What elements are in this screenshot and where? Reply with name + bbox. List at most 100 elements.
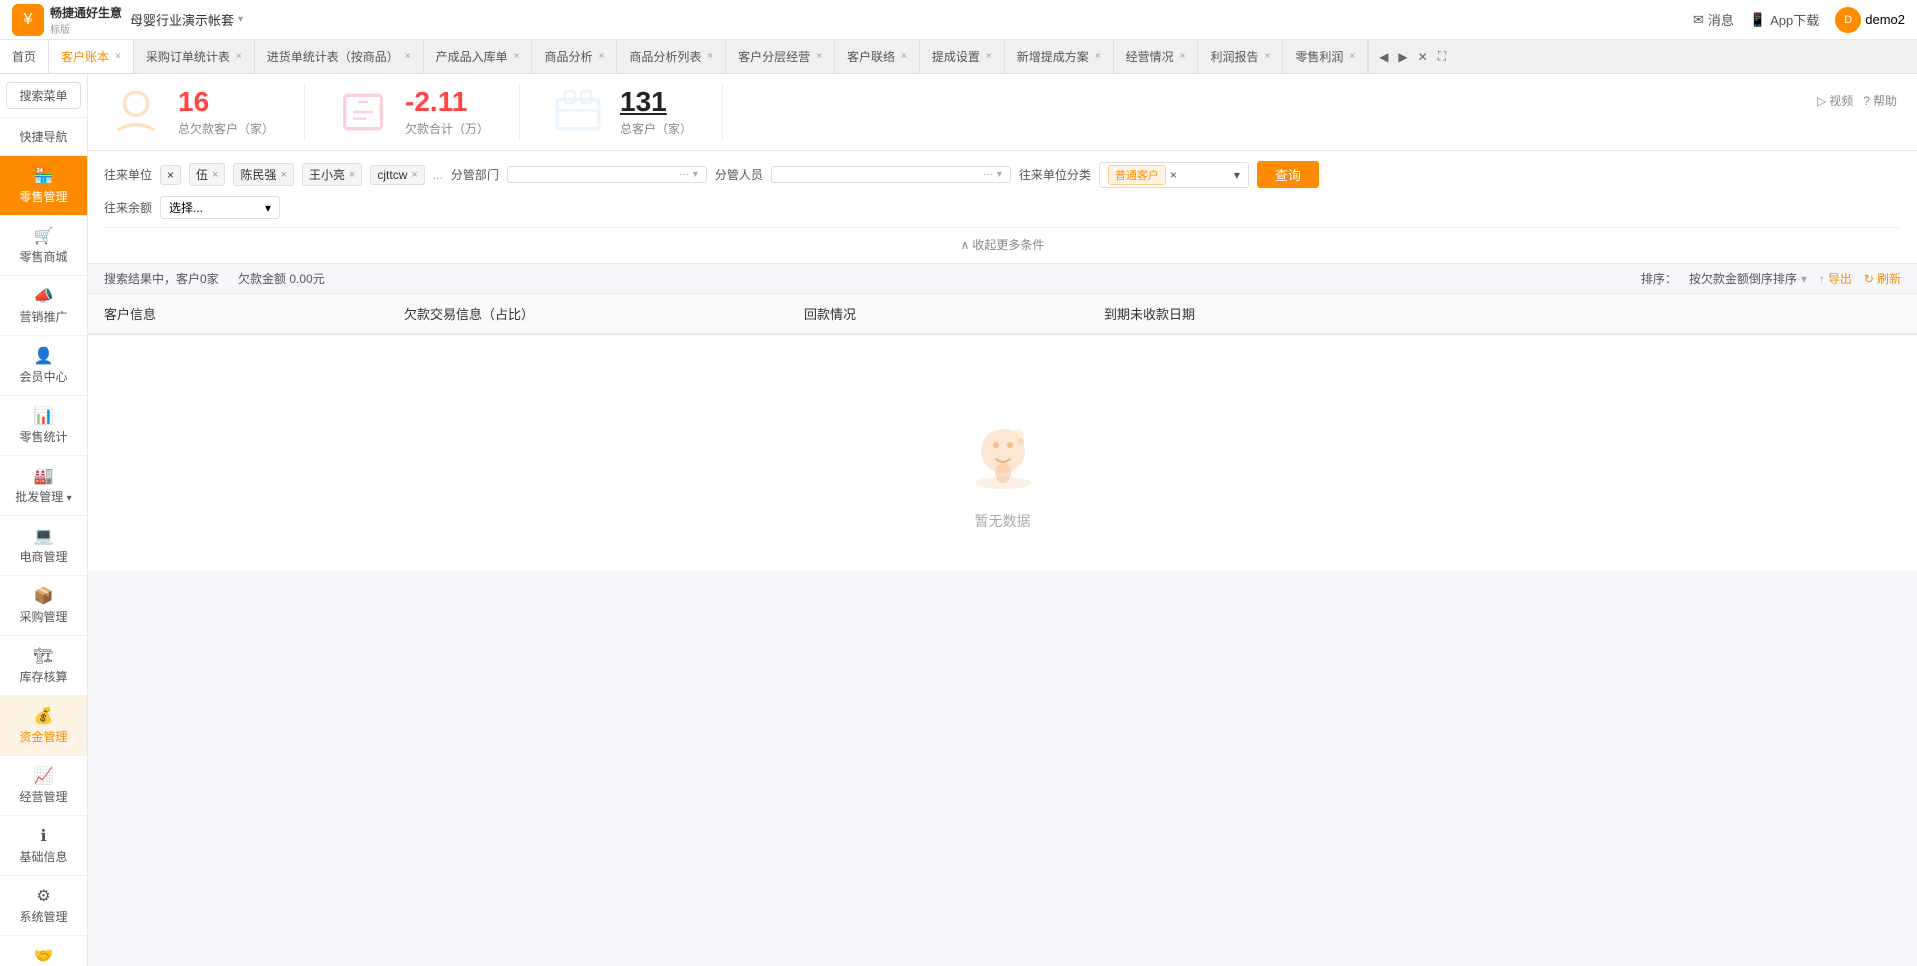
tab-purchase-order-stats[interactable]: 采购订单统计表 ×	[134, 40, 255, 74]
sidebar-item-wholesale[interactable]: 🏭 批发管理 ▾	[0, 456, 87, 516]
tab-add-commission[interactable]: 新增提成方案 ×	[1005, 40, 1114, 74]
tab-commission-settings[interactable]: 提成设置 ×	[920, 40, 1005, 74]
remove-tag-cjttcw[interactable]: ×	[411, 169, 417, 181]
tab-label: 客户联络	[847, 48, 895, 65]
search-result-count: 搜索结果中，客户0家	[104, 272, 219, 286]
info-icon: ℹ	[6, 826, 81, 846]
tab-customer-contact[interactable]: 客户联络 ×	[835, 40, 920, 74]
close-icon[interactable]: ×	[1180, 51, 1186, 62]
video-help-button[interactable]: ▷ 视频	[1817, 92, 1853, 109]
search-menu-button[interactable]: 搜索菜单	[6, 82, 81, 109]
username: demo2	[1865, 12, 1905, 27]
chevron-up-icon: ∧	[961, 238, 970, 252]
sidebar-quick-nav-area: 快捷导航	[0, 118, 87, 156]
balance-select[interactable]: 选择... ▾	[160, 196, 280, 219]
tab-label: 新增提成方案	[1017, 48, 1089, 65]
close-icon[interactable]: ×	[707, 51, 713, 62]
person-select[interactable]: ··· ▾	[771, 166, 1011, 183]
stat-number-total-customers: 131	[620, 87, 692, 118]
user-menu[interactable]: D demo2	[1835, 7, 1905, 33]
remove-tag-wu[interactable]: ×	[212, 169, 218, 181]
more-tags-button[interactable]: ...	[433, 168, 443, 182]
sidebar-item-ecommerce[interactable]: 💻 电商管理	[0, 516, 87, 576]
tab-retail-profit[interactable]: 零售利润 ×	[1283, 40, 1368, 74]
stat-number-debit-customers: 16	[178, 87, 274, 118]
sidebar-item-system[interactable]: ⚙ 系统管理	[0, 876, 87, 936]
dept-select[interactable]: ··· ▾	[507, 166, 707, 183]
sidebar-item-retail-mgmt[interactable]: 🏪 零售管理	[0, 156, 87, 216]
close-icon[interactable]: ×	[816, 51, 822, 62]
close-icon[interactable]: ×	[901, 51, 907, 62]
ecommerce-icon: 💻	[6, 526, 81, 546]
tab-customer-account[interactable]: 客户账本 ×	[49, 40, 134, 74]
remove-tag-chen[interactable]: ×	[281, 169, 287, 181]
sidebar-item-inventory[interactable]: 🏗 库存核算	[0, 636, 87, 696]
megaphone-icon: 📣	[6, 286, 81, 306]
stat-label-debit-amount: 欠款合计（万）	[405, 120, 489, 137]
sidebar-item-label: 批发管理	[15, 490, 63, 504]
close-icon[interactable]: ×	[514, 51, 520, 62]
sidebar-item-label: 资金管理	[19, 730, 67, 744]
sidebar-item-enterprise-collab[interactable]: 🤝 企业协同	[0, 936, 87, 966]
close-icon[interactable]: ×	[1264, 51, 1270, 62]
classify-tag-normal: 普通客户	[1108, 165, 1166, 185]
tab-scroll-right[interactable]: ▶	[1394, 48, 1411, 66]
sidebar-item-finance[interactable]: 💰 资金管理	[0, 696, 87, 756]
refresh-label: 刷新	[1877, 270, 1901, 287]
close-icon[interactable]: ×	[598, 51, 604, 62]
remove-tag-wang[interactable]: ×	[349, 169, 355, 181]
top-bar-left: ¥ 畅捷通好生意 标版 母婴行业演示帐套 ▾	[12, 4, 243, 36]
tab-product-inbound[interactable]: 产成品入库单 ×	[424, 40, 533, 74]
unit-filter-label: 往来单位	[104, 166, 152, 183]
query-button[interactable]: 查询	[1257, 161, 1319, 188]
tab-scroll-left[interactable]: ◀	[1375, 48, 1392, 66]
close-icon[interactable]: ×	[236, 51, 242, 62]
sidebar-item-marketing[interactable]: 📣 营销推广	[0, 276, 87, 336]
tab-close-all[interactable]: ✕	[1414, 48, 1432, 66]
tab-home[interactable]: 首页	[0, 40, 49, 74]
remove-classify-tag[interactable]: ×	[1170, 168, 1177, 182]
tab-product-analysis[interactable]: 商品分析 ×	[532, 40, 617, 74]
sidebar-item-member[interactable]: 👤 会员中心	[0, 336, 87, 396]
logo-icon: ¥	[12, 4, 44, 36]
quick-nav-button[interactable]: 快捷导航	[6, 124, 81, 149]
collapse-filters-button[interactable]: ∧ 收起更多条件	[961, 232, 1045, 257]
table-header: 客户信息 欠款交易信息（占比） 回款情况 到期未收款日期	[88, 294, 1917, 335]
sidebar-item-retail-mall[interactable]: 🛒 零售商城	[0, 216, 87, 276]
sidebar-item-operations-mgmt[interactable]: 📈 经营管理	[0, 756, 87, 816]
tab-profit-report[interactable]: 利润报告 ×	[1198, 40, 1283, 74]
app-download-button[interactable]: 📱 App下载	[1750, 10, 1819, 29]
tab-label: 商品分析列表	[629, 48, 701, 65]
tab-label: 提成设置	[932, 48, 980, 65]
export-button[interactable]: ↑ 导出	[1819, 270, 1852, 287]
close-icon[interactable]: ×	[115, 51, 121, 62]
close-icon[interactable]: ×	[405, 51, 411, 62]
logo-sub: 标版	[50, 21, 122, 36]
sidebar-item-basic-info[interactable]: ℹ 基础信息	[0, 816, 87, 876]
help-button[interactable]: ? 帮助	[1863, 92, 1897, 109]
tab-goods-inbound-stats[interactable]: 进货单统计表（按商品） ×	[255, 40, 424, 74]
refresh-button[interactable]: ↻ 刷新	[1864, 270, 1901, 287]
close-icon[interactable]: ×	[1095, 51, 1101, 62]
sort-selector[interactable]: 按欠款金额倒序排序 ▾	[1689, 270, 1807, 287]
tab-product-analysis-list[interactable]: 商品分析列表 ×	[617, 40, 726, 74]
sidebar-item-label: 会员中心	[19, 370, 67, 384]
logo-area: ¥ 畅捷通好生意 标版	[12, 4, 122, 36]
close-icon[interactable]: ×	[1349, 51, 1355, 62]
sidebar-item-label: 零售商城	[19, 250, 67, 264]
tab-operations[interactable]: 经营情况 ×	[1114, 40, 1199, 74]
close-icon[interactable]: ×	[986, 51, 992, 62]
balance-placeholder: 选择...	[169, 199, 203, 216]
stat-total-debit-customers: 16 总欠款客户（家）	[108, 84, 305, 140]
classify-select[interactable]: 普通客户 × ▾	[1099, 162, 1249, 188]
shop-icon: 🛒	[6, 226, 81, 246]
account-selector[interactable]: 母婴行业演示帐套 ▾	[130, 10, 243, 29]
sidebar-item-purchase[interactable]: 📦 采购管理	[0, 576, 87, 636]
message-button[interactable]: ✉ 消息	[1693, 10, 1734, 29]
stat-label-total-customers: 总客户（家）	[620, 120, 692, 137]
tab-fullscreen[interactable]: ⛶	[1434, 47, 1450, 66]
tab-customer-tier[interactable]: 客户分层经营 ×	[726, 40, 835, 74]
tab-label: 客户账本	[61, 48, 109, 65]
sidebar-item-label: 系统管理	[19, 910, 67, 924]
sidebar-item-retail-stats[interactable]: 📊 零售统计	[0, 396, 87, 456]
